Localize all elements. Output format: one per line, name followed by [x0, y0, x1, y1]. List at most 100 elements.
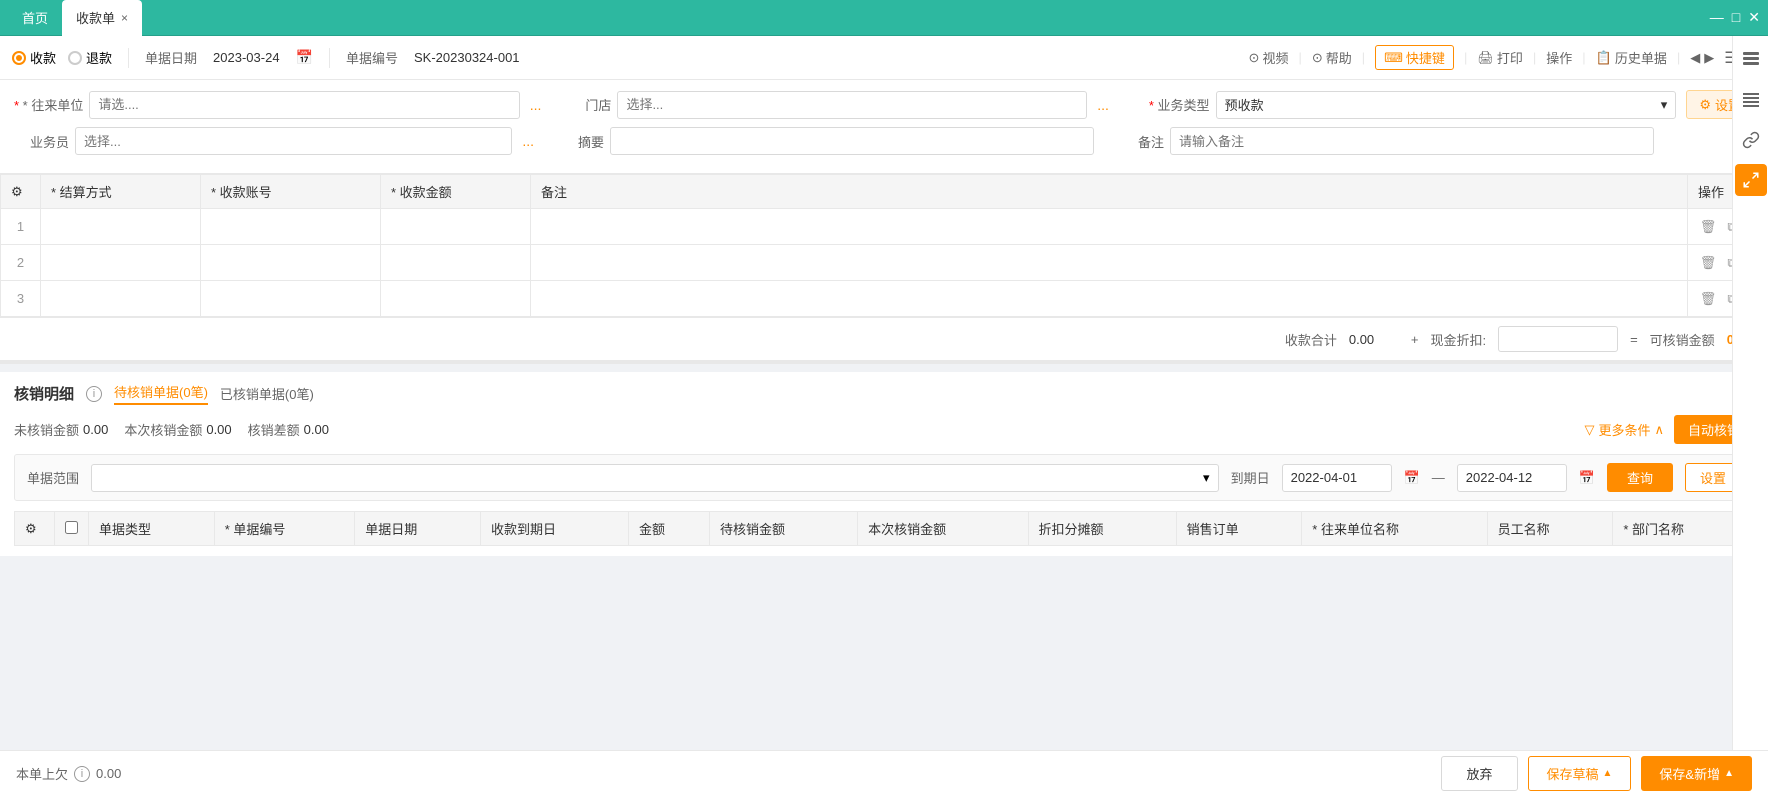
unverif-amount: 未核销金额 0.00: [14, 420, 108, 439]
main-table: ⚙ * 结算方式 * 收款账号 * 收款金额 备注: [0, 174, 1768, 317]
bottom-col-number: * 单据编号: [214, 512, 355, 546]
receipt-refund-radio: 收款 退款: [12, 48, 112, 67]
bottom-col-settings[interactable]: ⚙: [15, 512, 55, 546]
radio-receipt[interactable]: 收款: [12, 48, 56, 67]
doc-value: SK-20230324-001: [414, 50, 520, 65]
video-btn[interactable]: ⊙ 视频: [1249, 48, 1289, 67]
draft-button[interactable]: 保存草稿 ▲: [1528, 756, 1632, 791]
draft-label: 保存草稿: [1547, 764, 1599, 783]
col-settlement-header: * 结算方式: [41, 175, 201, 209]
date-to-input[interactable]: [1457, 464, 1567, 492]
delete-icon-3[interactable]: 🗑: [1698, 289, 1718, 309]
party-label: * 往来单位: [14, 95, 83, 114]
bottom-table: ⚙ 单据类型 * 单据编号 单据日期 收款到期日 金额 待核销金额 本次核销金额: [14, 511, 1754, 546]
save-button[interactable]: 保存&新增 ▲: [1641, 756, 1752, 791]
note-cell-1[interactable]: [531, 209, 1688, 245]
footer-info-icon[interactable]: i: [74, 766, 90, 782]
account-cell-2[interactable]: [201, 245, 381, 281]
settlement-cell-1[interactable]: [41, 209, 201, 245]
row-num-1: 1: [1, 209, 41, 245]
plus-sign: +: [1411, 332, 1419, 347]
store-more[interactable]: ...: [1097, 97, 1109, 113]
date-from-input[interactable]: [1282, 464, 1392, 492]
account-cell-3[interactable]: [201, 281, 381, 317]
amount-cell-2[interactable]: [381, 245, 531, 281]
radio-receipt-label: 收款: [30, 48, 56, 67]
more-conditions-btn[interactable]: ▽ 更多条件 ∧: [1584, 420, 1664, 439]
date-value[interactable]: 2023-03-24: [213, 50, 280, 65]
calendar-to-icon[interactable]: 📅: [1579, 470, 1595, 486]
discount-label: 现金折扣:: [1430, 330, 1486, 349]
settlement-cell-2[interactable]: [41, 245, 201, 281]
summary-input[interactable]: [610, 127, 1094, 155]
note-cell-3[interactable]: [531, 281, 1688, 317]
bottom-col-type: 单据类型: [89, 512, 215, 546]
col-settings-header[interactable]: ⚙: [1, 175, 41, 209]
history-icon: 📋: [1596, 50, 1612, 66]
prev-arrow[interactable]: ◀: [1690, 50, 1700, 66]
sidebar-table-icon[interactable]: [1735, 44, 1767, 76]
calendar-icon[interactable]: 📅: [296, 49, 313, 66]
note-input[interactable]: [1170, 127, 1654, 155]
pending-tab[interactable]: 待核销单据(0笔): [114, 382, 208, 405]
sidebar-link-icon[interactable]: [1735, 124, 1767, 156]
shortcut-btn[interactable]: ⌨ 快捷键: [1375, 45, 1454, 70]
date-range-dash: —: [1432, 470, 1445, 485]
amount-cell-3[interactable]: [381, 281, 531, 317]
maximize-icon[interactable]: □: [1732, 9, 1740, 26]
party-field: * 往来单位 ...: [14, 91, 541, 119]
amount-cell-1[interactable]: [381, 209, 531, 245]
tab-home[interactable]: 首页: [8, 0, 62, 36]
radio-refund-label: 退款: [86, 48, 112, 67]
total-value: 0.00: [1349, 332, 1399, 347]
info-icon[interactable]: i: [86, 386, 102, 402]
note-field: 备注: [1134, 127, 1654, 155]
range-label: 单据范围: [27, 468, 79, 487]
settlement-cell-3[interactable]: [41, 281, 201, 317]
radio-refund[interactable]: 退款: [68, 48, 112, 67]
close-icon[interactable]: ✕: [1748, 9, 1760, 26]
bottom-col-current: 本次核销金额: [858, 512, 1028, 546]
tab-receipt[interactable]: 收款单 ×: [62, 0, 142, 36]
query-button[interactable]: 查询: [1607, 463, 1673, 492]
abandon-button[interactable]: 放弃: [1441, 756, 1517, 791]
bottom-table-wrapper: ⚙ 单据类型 * 单据编号 单据日期 收款到期日 金额 待核销金额 本次核销金额: [14, 511, 1754, 546]
biz-type-select[interactable]: 预收款 ▾: [1216, 91, 1677, 119]
sidebar-expand-icon[interactable]: [1735, 164, 1767, 196]
salesperson-more[interactable]: ...: [522, 133, 534, 149]
bottom-col-amount: 金额: [629, 512, 710, 546]
delete-icon-1[interactable]: 🗑: [1698, 217, 1718, 237]
operation-btn[interactable]: 操作: [1546, 48, 1572, 67]
calendar-from-icon[interactable]: 📅: [1404, 470, 1420, 486]
filter-row: 单据范围 ▾ 到期日 📅 — 📅 查询 设置: [14, 454, 1754, 501]
shortcut-icon: ⌨: [1384, 50, 1403, 66]
equals-sign: =: [1630, 332, 1638, 347]
history-btn[interactable]: 📋 历史单据: [1596, 48, 1667, 67]
sidebar-list-icon[interactable]: [1735, 84, 1767, 116]
help-btn[interactable]: ⊙ 帮助: [1312, 48, 1352, 67]
note-label: 备注: [1134, 132, 1164, 151]
tab-home-label: 首页: [22, 8, 48, 27]
store-input[interactable]: [617, 91, 1087, 119]
checkbox-header[interactable]: [55, 512, 89, 546]
tab-close-icon[interactable]: ×: [121, 11, 128, 25]
range-dropdown[interactable]: ▾: [91, 464, 1219, 492]
print-btn[interactable]: 🖨 打印: [1477, 48, 1523, 67]
dropdown-arrow: ▾: [1661, 97, 1668, 113]
stats-row: 未核销金额 0.00 本次核销金额 0.00 核销差额 0.00 ▽ 更多条件 …: [14, 415, 1754, 444]
account-cell-1[interactable]: [201, 209, 381, 245]
table-row: 1 🗑 ⧉: [1, 209, 1768, 245]
delete-icon-2[interactable]: 🗑: [1698, 253, 1718, 273]
next-arrow[interactable]: ▶: [1704, 50, 1714, 66]
discount-input[interactable]: [1498, 326, 1618, 352]
note-cell-2[interactable]: [531, 245, 1688, 281]
party-more[interactable]: ...: [530, 97, 542, 113]
salesperson-input[interactable]: [75, 127, 512, 155]
party-input[interactable]: [89, 91, 519, 119]
bottom-col-discount: 折扣分摊额: [1028, 512, 1176, 546]
help-icon: ⊙: [1312, 50, 1323, 66]
select-all-checkbox[interactable]: [65, 521, 78, 534]
row-num-3: 3: [1, 281, 41, 317]
minimize-icon[interactable]: —: [1710, 9, 1724, 26]
done-tab[interactable]: 已核销单据(0笔): [220, 384, 314, 403]
